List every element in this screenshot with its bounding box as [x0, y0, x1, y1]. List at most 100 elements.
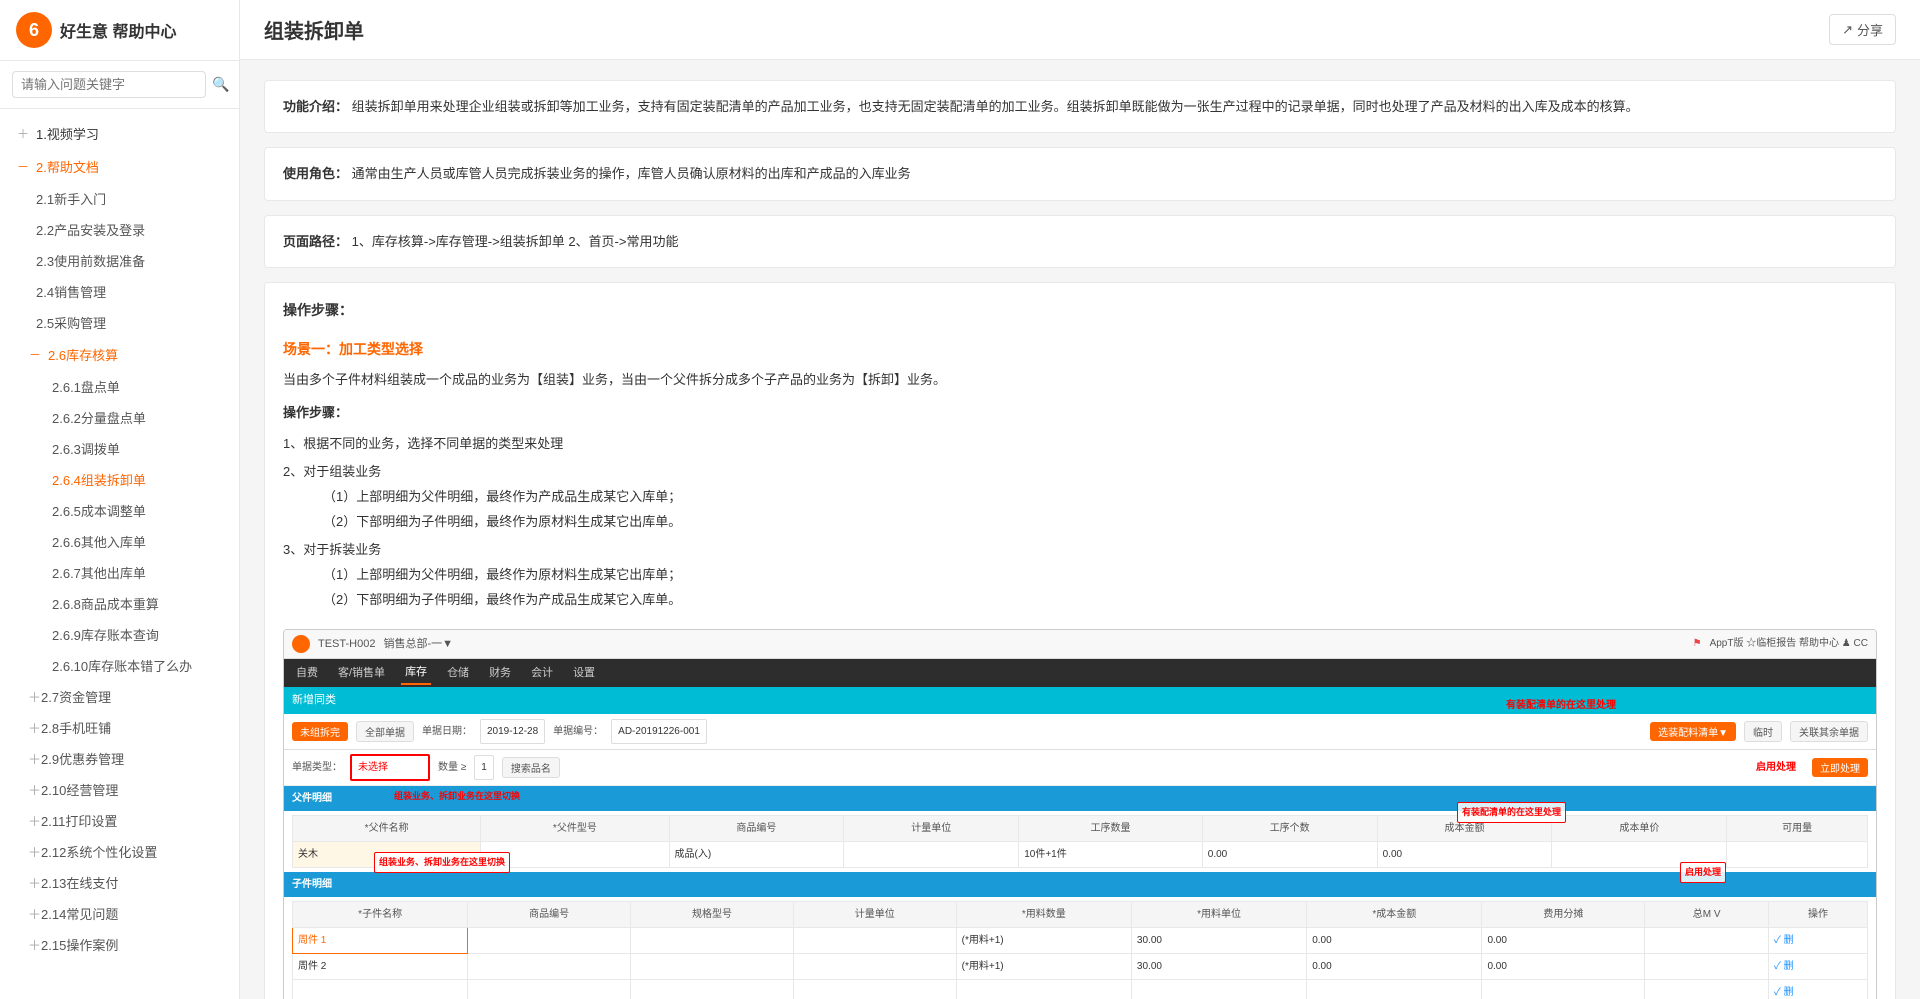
search-input[interactable]	[12, 71, 206, 98]
mock-order-value[interactable]: AD-20191226-001	[611, 719, 707, 744]
step3: 3、对于拆装业务	[283, 538, 1877, 563]
mock-type-label: 单据类型：	[292, 758, 342, 777]
mock-lower-table-wrap: *子件名称 商品编号 规格型号 计量单位 *用料数量 *用料单位 *成本金额 费…	[284, 901, 1876, 999]
sidebar: 6 好生意 帮助中心 🔍 ＋ 1.视频学习 － 2.帮助文档 2.1新手入门 2…	[0, 0, 240, 999]
sidebar-item-finance[interactable]: ＋ 2.7资金管理	[0, 681, 239, 712]
mock-tab-incomplete[interactable]: 未组拆完	[292, 722, 348, 741]
mock-btn-temp[interactable]: 临时	[1744, 721, 1782, 742]
mock-lrow2-ops[interactable]: ✓ 删	[1769, 954, 1868, 980]
mock-lrow2-unit2: 30.00	[1131, 954, 1306, 980]
feature-intro-label: 功能介绍：	[283, 99, 348, 114]
sidebar-item-transfer[interactable]: 2.6.3调拨单	[0, 433, 239, 464]
screenshot-container: TEST-H002 销售总部-一▼ ⚑ AppT版 ☆临柜报告 帮助中心 ♟ C…	[283, 629, 1877, 999]
sidebar-item-stock-query[interactable]: 2.6.9库存账本查询	[0, 619, 239, 650]
mock-lth-unit: 计量单位	[793, 902, 956, 928]
sidebar-item-assembly[interactable]: 2.6.4组装拆卸单	[0, 464, 239, 495]
mock-type-value[interactable]: 未选择	[350, 754, 430, 781]
nav-label: 2.帮助文档	[36, 157, 99, 176]
mock-th-parent-name: *父件名称	[293, 816, 481, 842]
mock-save-btn[interactable]: 立即处理	[1812, 758, 1868, 777]
ops-steps-label: 操作步骤：	[283, 297, 1877, 324]
mock-date-value[interactable]: 2019-12-28	[480, 719, 545, 744]
sidebar-item-online-pay[interactable]: ＋ 2.13在线支付	[0, 867, 239, 898]
sidebar-item-stock-error[interactable]: 2.6.10库存账本错了么办	[0, 650, 239, 681]
mock-nav-inventory[interactable]: 库存	[401, 662, 431, 685]
mock-order-label: 单据编号：	[553, 722, 603, 741]
mock-subbar-text: 新增同类	[292, 694, 336, 706]
mock-lrow1-mv	[1645, 928, 1769, 954]
mock-app-id: TEST-H002	[318, 634, 375, 655]
mock-btn-related[interactable]: 关联其余单据	[1790, 721, 1868, 742]
sidebar-item-cases[interactable]: ＋ 2.15操作案例	[0, 929, 239, 960]
main-content: 功能介绍： 组装拆卸单用来处理企业组装或拆卸等加工业务，支持有固定装配清单的产品…	[240, 60, 1920, 999]
mock-lrow1-model	[631, 928, 794, 954]
mock-qty-value[interactable]: 1	[474, 755, 494, 780]
mock-upper-row-1: 关木 成品(入) 10件+1件 0.00 0.00	[293, 842, 1868, 868]
sidebar-item-newcomer[interactable]: 2.1新手入门	[0, 183, 239, 214]
mock-btn-assembly-list[interactable]: 选装配料清单▼	[1650, 722, 1736, 741]
sidebar-item-stocktake[interactable]: 2.6.1盘点单	[0, 371, 239, 402]
sidebar-item-faq[interactable]: ＋ 2.14常见问题	[0, 898, 239, 929]
mock-nav-accounting[interactable]: 会计	[527, 663, 557, 684]
mock-nav: 自费 客/销售单 库存 仓储 财务 会计 设置	[284, 659, 1876, 687]
mock-lth-cost: *成本金额	[1307, 902, 1482, 928]
mock-tab-all[interactable]: 全部单据	[356, 721, 414, 742]
mock-nav-home[interactable]: 自费	[292, 663, 322, 684]
mock-nav-warehouse[interactable]: 仓储	[443, 663, 473, 684]
mock-toolbar: 未组拆完 全部单据 单据日期： 2019-12-28 单据编号： AD-2019…	[284, 714, 1876, 750]
feature-intro-text: 组装拆卸单用来处理企业组装或拆卸等加工业务，支持有固定装配清单的产品加工业务，也…	[352, 99, 1639, 114]
mock-lth-alloc: 费用分摊	[1482, 902, 1645, 928]
sidebar-item-dataprep[interactable]: 2.3使用前数据准备	[0, 245, 239, 276]
sidebar-item-inventory[interactable]: － 2.6库存核算	[0, 338, 239, 371]
mock-lrow2-mv	[1645, 954, 1769, 980]
mock-lth-sku: 商品编号	[468, 902, 631, 928]
mock-lrow1-unit	[793, 928, 956, 954]
mock-th-process-qty: 工序数量	[1019, 816, 1203, 842]
mock-lth-ops: 操作	[1769, 902, 1868, 928]
mock-date-label: 单据日期：	[422, 722, 472, 741]
sidebar-item-sales[interactable]: 2.4销售管理	[0, 276, 239, 307]
sidebar-item-purchase[interactable]: 2.5采购管理	[0, 307, 239, 338]
sidebar-item-other-out[interactable]: 2.6.7其他出库单	[0, 557, 239, 588]
role-text: 通常由生产人员或库管人员完成拆装业务的操作，库管人员确认原材料的出库和产成品的入…	[352, 166, 911, 181]
screenshot-inner: TEST-H002 销售总部-一▼ ⚑ AppT版 ☆临柜报告 帮助中心 ♟ C…	[284, 630, 1876, 999]
sidebar-item-partial-stocktake[interactable]: 2.6.2分量盘点单	[0, 402, 239, 433]
mock-search-btn[interactable]: 搜索品名	[502, 757, 560, 778]
sidebar-item-docs[interactable]: － 2.帮助文档	[0, 150, 239, 183]
sidebar-item-mgmt[interactable]: ＋ 2.10经营管理	[0, 774, 239, 805]
sidebar-item-other-in[interactable]: 2.6.6其他入库单	[0, 526, 239, 557]
sidebar-item-cost-adjust[interactable]: 2.6.5成本调整单	[0, 495, 239, 526]
role-label: 使用角色：	[283, 166, 348, 181]
share-button[interactable]: ↗ 分享	[1829, 14, 1896, 45]
mock-lrow3-ops[interactable]: ✓ 删	[1769, 980, 1868, 999]
mock-lrow1-cost: 0.00	[1307, 928, 1482, 954]
mock-th-sku: 商品编号	[669, 816, 844, 842]
mock-lth-unit2: *用料单位	[1131, 902, 1306, 928]
sidebar-item-coupon[interactable]: ＋ 2.9优惠券管理	[0, 743, 239, 774]
mock-lrow1-ops[interactable]: ✓ 删	[1769, 928, 1868, 954]
mock-lrow2-unit	[793, 954, 956, 980]
mock-nav-settings[interactable]: 设置	[569, 663, 599, 684]
share-icon: ↗	[1842, 22, 1853, 38]
sidebar-item-print[interactable]: ＋ 2.11打印设置	[0, 805, 239, 836]
mock-lrow1-unit2: 30.00	[1131, 928, 1306, 954]
sidebar-item-video[interactable]: ＋ 1.视频学习	[0, 117, 239, 150]
page-title: 组装拆卸单	[264, 15, 364, 44]
sidebar-item-cost-recalc[interactable]: 2.6.8商品成本重算	[0, 588, 239, 619]
annotation-3: 启用处理	[1756, 758, 1796, 777]
search-button[interactable]: 🔍	[212, 76, 229, 93]
scene1-desc: 当由多个子件材料组装成一个成品的业务为【组装】业务，当由一个父件拆分成多个子产品…	[283, 368, 1877, 393]
annotation-2: 组装业务、拆卸业务在这里切换	[394, 788, 520, 805]
mock-nav-finance[interactable]: 财务	[485, 663, 515, 684]
mock-lrow1-alloc: 0.00	[1482, 928, 1645, 954]
mock-lth-qty: *用料数量	[956, 902, 1131, 928]
sidebar-header: 6 好生意 帮助中心	[0, 0, 239, 61]
mock-upper-cell-avail	[1727, 842, 1868, 868]
step3-2: （2）下部明细为子件明细，最终作为产成品生成某它入库单。	[323, 588, 1877, 613]
mock-titlebar: TEST-H002 销售总部-一▼ ⚑ AppT版 ☆临柜报告 帮助中心 ♟ C…	[284, 630, 1876, 660]
sidebar-item-mobile[interactable]: ＋ 2.8手机旺铺	[0, 712, 239, 743]
mock-nav-sales[interactable]: 客/销售单	[334, 663, 389, 684]
sidebar-item-personalize[interactable]: ＋ 2.12系统个性化设置	[0, 836, 239, 867]
mock-lrow2-sku	[468, 954, 631, 980]
sidebar-item-install[interactable]: 2.2产品安装及登录	[0, 214, 239, 245]
